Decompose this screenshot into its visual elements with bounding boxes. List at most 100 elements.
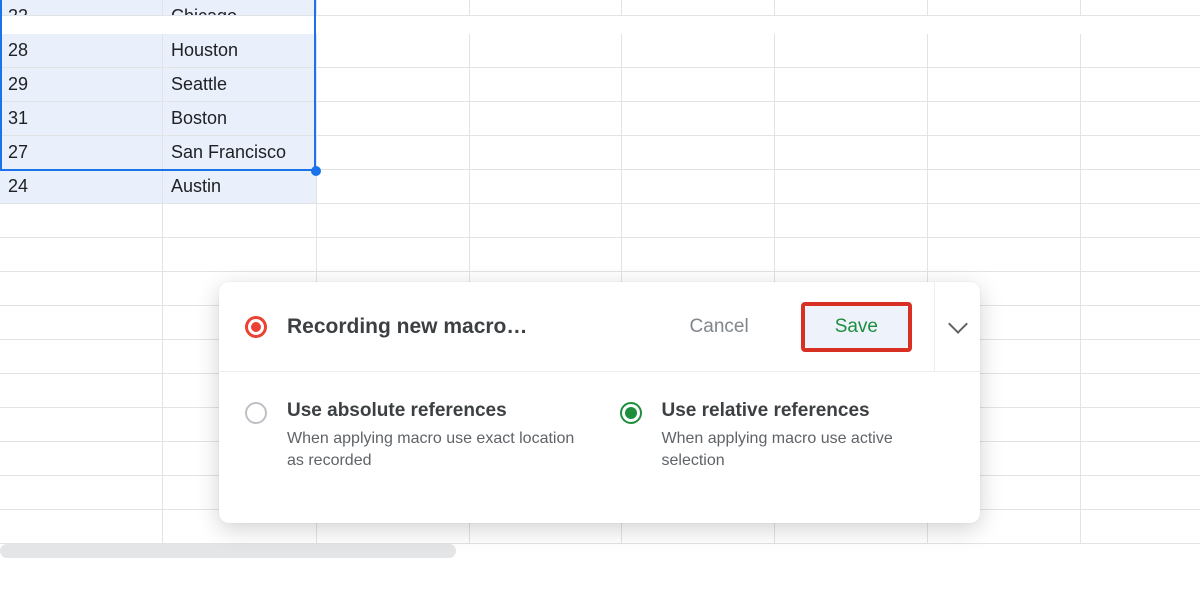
empty-cell[interactable] xyxy=(470,204,622,238)
empty-cell[interactable] xyxy=(1081,238,1200,272)
cancel-button[interactable]: Cancel xyxy=(668,306,771,348)
empty-cell[interactable] xyxy=(1081,408,1200,442)
panel-title: Recording new macro… xyxy=(287,315,668,339)
panel-body: Use absolute references When applying ma… xyxy=(219,372,980,471)
empty-cell[interactable] xyxy=(1081,102,1200,136)
empty-cell[interactable] xyxy=(775,170,928,204)
empty-cell[interactable] xyxy=(622,136,775,170)
cell-b[interactable]: Houston xyxy=(163,34,317,68)
radio-unchecked-icon[interactable] xyxy=(245,402,267,424)
empty-cell[interactable] xyxy=(775,204,928,238)
horizontal-scrollbar[interactable] xyxy=(0,544,1200,558)
empty-cell[interactable] xyxy=(1081,510,1200,544)
empty-cell[interactable] xyxy=(470,102,622,136)
empty-cell[interactable] xyxy=(163,238,317,272)
empty-cell[interactable] xyxy=(928,68,1081,102)
chevron-down-icon xyxy=(948,314,968,334)
empty-cell[interactable] xyxy=(163,204,317,238)
empty-cell[interactable] xyxy=(622,102,775,136)
panel-header: Recording new macro… Cancel Save xyxy=(219,282,980,372)
empty-cell[interactable] xyxy=(470,238,622,272)
option-description: When applying macro use exact location a… xyxy=(287,428,580,471)
empty-cell[interactable] xyxy=(1081,442,1200,476)
horizontal-scrollbar-thumb[interactable] xyxy=(0,544,456,558)
empty-cell[interactable] xyxy=(0,238,163,272)
cell-b[interactable]: Austin xyxy=(163,170,317,204)
empty-cell[interactable] xyxy=(470,136,622,170)
cell-b[interactable]: San Francisco xyxy=(163,136,317,170)
empty-cell[interactable] xyxy=(622,68,775,102)
option-label: Use relative references xyxy=(662,400,955,422)
empty-cell[interactable] xyxy=(928,34,1081,68)
empty-cell[interactable] xyxy=(317,34,470,68)
cell-a[interactable]: 31 xyxy=(0,102,163,136)
empty-cell[interactable] xyxy=(317,68,470,102)
empty-cell[interactable] xyxy=(928,136,1081,170)
empty-cell[interactable] xyxy=(622,34,775,68)
empty-cell[interactable] xyxy=(928,102,1081,136)
empty-cell[interactable] xyxy=(317,136,470,170)
empty-cell[interactable] xyxy=(775,34,928,68)
option-relative-references[interactable]: Use relative references When applying ma… xyxy=(620,400,955,471)
cell-a[interactable]: 27 xyxy=(0,136,163,170)
empty-cell[interactable] xyxy=(1081,68,1200,102)
empty-cell[interactable] xyxy=(928,170,1081,204)
cell-a[interactable]: 28 xyxy=(0,34,163,68)
empty-cell[interactable] xyxy=(0,306,163,340)
empty-cell[interactable] xyxy=(622,238,775,272)
empty-cell[interactable] xyxy=(1081,476,1200,510)
option-absolute-references[interactable]: Use absolute references When applying ma… xyxy=(245,400,580,471)
empty-cell[interactable] xyxy=(0,476,163,510)
empty-cell[interactable] xyxy=(470,170,622,204)
empty-cell[interactable] xyxy=(622,204,775,238)
empty-cell[interactable] xyxy=(775,136,928,170)
empty-cell[interactable] xyxy=(470,68,622,102)
bottom-bar xyxy=(0,558,1200,600)
empty-cell[interactable] xyxy=(622,170,775,204)
empty-cell[interactable] xyxy=(317,0,470,16)
empty-cell[interactable] xyxy=(1081,136,1200,170)
empty-cell[interactable] xyxy=(1081,34,1200,68)
empty-cell[interactable] xyxy=(928,238,1081,272)
empty-cell[interactable] xyxy=(0,340,163,374)
cell-b-partial[interactable]: Chicago xyxy=(163,0,317,16)
save-button-highlight: Save xyxy=(801,302,912,352)
option-description: When applying macro use active selection xyxy=(662,428,955,471)
expand-toggle[interactable] xyxy=(934,282,980,372)
empty-cell[interactable] xyxy=(317,204,470,238)
save-button[interactable]: Save xyxy=(805,306,908,348)
empty-cell[interactable] xyxy=(775,68,928,102)
empty-cell[interactable] xyxy=(0,272,163,306)
cell-b[interactable]: Seattle xyxy=(163,68,317,102)
cell-a-partial[interactable]: 22 xyxy=(0,0,163,16)
empty-cell[interactable] xyxy=(317,238,470,272)
radio-checked-icon[interactable] xyxy=(620,402,642,424)
cell-a[interactable]: 29 xyxy=(0,68,163,102)
empty-cell[interactable] xyxy=(0,204,163,238)
empty-cell[interactable] xyxy=(317,170,470,204)
empty-cell[interactable] xyxy=(928,0,1081,16)
macro-recording-panel: Recording new macro… Cancel Save Use abs… xyxy=(219,282,980,523)
empty-cell[interactable] xyxy=(0,374,163,408)
empty-cell[interactable] xyxy=(1081,374,1200,408)
empty-cell[interactable] xyxy=(317,102,470,136)
empty-cell[interactable] xyxy=(0,442,163,476)
cell-a[interactable]: 24 xyxy=(0,170,163,204)
empty-cell[interactable] xyxy=(470,34,622,68)
cell-b[interactable]: Boston xyxy=(163,102,317,136)
empty-cell[interactable] xyxy=(622,0,775,16)
empty-cell[interactable] xyxy=(1081,0,1200,16)
empty-cell[interactable] xyxy=(1081,170,1200,204)
empty-cell[interactable] xyxy=(470,0,622,16)
empty-cell[interactable] xyxy=(1081,272,1200,306)
empty-cell[interactable] xyxy=(775,102,928,136)
empty-cell[interactable] xyxy=(1081,204,1200,238)
empty-cell[interactable] xyxy=(775,0,928,16)
empty-cell[interactable] xyxy=(1081,306,1200,340)
empty-cell[interactable] xyxy=(0,510,163,544)
empty-cell[interactable] xyxy=(928,204,1081,238)
empty-cell[interactable] xyxy=(1081,340,1200,374)
record-icon xyxy=(245,316,267,338)
empty-cell[interactable] xyxy=(0,408,163,442)
empty-cell[interactable] xyxy=(775,238,928,272)
